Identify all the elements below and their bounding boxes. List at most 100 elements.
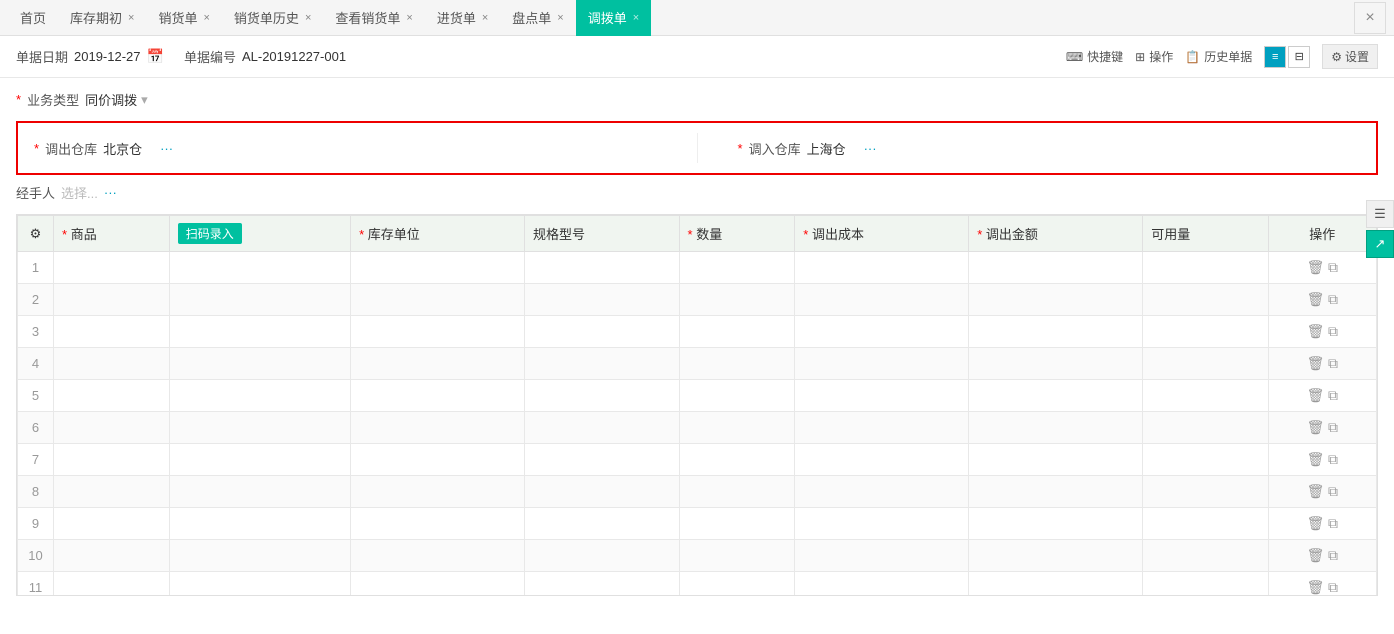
table-cell[interactable]	[54, 316, 170, 348]
table-cell[interactable]	[525, 348, 680, 380]
table-cell[interactable]	[169, 476, 350, 508]
table-cell[interactable]	[679, 572, 795, 596]
table-cell[interactable]	[679, 380, 795, 412]
table-cell[interactable]	[169, 572, 350, 596]
operation-btn[interactable]: ⊞ 操作	[1135, 48, 1173, 65]
table-header-gear[interactable]: ⚙	[18, 216, 54, 252]
table-cell[interactable]	[54, 572, 170, 596]
table-cell[interactable]	[54, 380, 170, 412]
delete-row-icon[interactable]: 🗑	[1307, 291, 1325, 307]
tab-close-sales-history[interactable]: ×	[305, 12, 311, 24]
table-cell[interactable]	[54, 476, 170, 508]
tab-purchase-order[interactable]: 进货单 ×	[425, 0, 500, 36]
table-cell[interactable]	[969, 284, 1143, 316]
table-cell[interactable]	[969, 444, 1143, 476]
table-cell[interactable]	[169, 284, 350, 316]
table-cell[interactable]	[679, 444, 795, 476]
table-cell[interactable]	[1143, 284, 1268, 316]
table-cell[interactable]	[1143, 348, 1268, 380]
table-cell[interactable]	[969, 508, 1143, 540]
table-cell[interactable]	[525, 380, 680, 412]
table-cell[interactable]	[351, 508, 525, 540]
table-cell[interactable]	[169, 252, 350, 284]
table-cell[interactable]	[525, 444, 680, 476]
copy-row-icon[interactable]: ⧉	[1328, 291, 1338, 307]
tab-view-sales[interactable]: 查看销货单 ×	[323, 0, 424, 36]
delete-row-icon[interactable]: 🗑	[1307, 515, 1325, 531]
table-cell[interactable]	[525, 476, 680, 508]
table-cell[interactable]	[169, 348, 350, 380]
table-cell[interactable]	[969, 316, 1143, 348]
copy-row-icon[interactable]: ⧉	[1328, 483, 1338, 499]
scan-entry-button[interactable]: 扫码录入	[178, 223, 242, 244]
table-cell[interactable]	[679, 476, 795, 508]
table-cell[interactable]	[679, 412, 795, 444]
table-cell[interactable]	[969, 348, 1143, 380]
delete-row-icon[interactable]: 🗑	[1307, 355, 1325, 371]
table-cell[interactable]	[969, 252, 1143, 284]
table-cell[interactable]	[525, 508, 680, 540]
history-btn[interactable]: 📋 历史单据	[1185, 48, 1252, 65]
table-cell[interactable]	[169, 412, 350, 444]
delete-row-icon[interactable]: 🗑	[1307, 483, 1325, 499]
tab-close-transfer-order[interactable]: ×	[633, 12, 639, 24]
copy-row-icon[interactable]: ⧉	[1328, 579, 1338, 595]
table-cell[interactable]	[351, 252, 525, 284]
table-cell[interactable]	[54, 284, 170, 316]
table-cell[interactable]	[351, 540, 525, 572]
copy-row-icon[interactable]: ⧉	[1328, 515, 1338, 531]
table-cell[interactable]	[351, 476, 525, 508]
table-cell[interactable]	[54, 444, 170, 476]
table-cell[interactable]	[525, 412, 680, 444]
table-cell[interactable]	[795, 476, 969, 508]
table-cell[interactable]	[351, 348, 525, 380]
table-cell[interactable]	[1143, 444, 1268, 476]
table-cell[interactable]	[679, 284, 795, 316]
table-cell[interactable]	[969, 380, 1143, 412]
table-cell[interactable]	[351, 380, 525, 412]
table-cell[interactable]	[795, 572, 969, 596]
table-cell[interactable]	[795, 540, 969, 572]
table-cell[interactable]	[54, 508, 170, 540]
sidebar-export-icon[interactable]: ↗	[1366, 230, 1394, 258]
dropdown-arrow-icon[interactable]: ▾	[141, 92, 148, 108]
table-cell[interactable]	[54, 252, 170, 284]
delete-row-icon[interactable]: 🗑	[1307, 451, 1325, 467]
table-cell[interactable]	[679, 540, 795, 572]
tab-inventory-check[interactable]: 盘点单 ×	[500, 0, 575, 36]
table-cell[interactable]	[1143, 412, 1268, 444]
table-cell[interactable]	[351, 284, 525, 316]
tab-close-sales-order[interactable]: ×	[203, 12, 209, 24]
copy-row-icon[interactable]: ⧉	[1328, 259, 1338, 275]
copy-row-icon[interactable]: ⧉	[1328, 547, 1338, 563]
table-cell[interactable]	[169, 444, 350, 476]
delete-row-icon[interactable]: 🗑	[1307, 547, 1325, 563]
table-cell[interactable]	[525, 572, 680, 596]
layout-btn-2[interactable]: ⊟	[1288, 46, 1310, 68]
window-close-button[interactable]: ×	[1354, 2, 1386, 34]
tab-close-inventory-init[interactable]: ×	[128, 12, 134, 24]
table-cell[interactable]	[969, 412, 1143, 444]
calendar-icon[interactable]: 📅	[147, 48, 164, 65]
copy-row-icon[interactable]: ⧉	[1328, 323, 1338, 339]
delete-row-icon[interactable]: 🗑	[1307, 579, 1325, 595]
table-cell[interactable]	[795, 444, 969, 476]
table-cell[interactable]	[679, 348, 795, 380]
table-cell[interactable]	[351, 572, 525, 596]
table-cell[interactable]	[351, 444, 525, 476]
warehouse-out-more-btn[interactable]: ···	[160, 141, 173, 156]
table-cell[interactable]	[525, 284, 680, 316]
shortcut-btn[interactable]: ⌨ 快捷键	[1066, 48, 1123, 65]
business-type-select[interactable]: 同价调拨 ▾	[85, 90, 245, 109]
copy-row-icon[interactable]: ⧉	[1328, 419, 1338, 435]
table-cell[interactable]	[1143, 380, 1268, 412]
tab-sales-order[interactable]: 销货单 ×	[146, 0, 221, 36]
copy-row-icon[interactable]: ⧉	[1328, 451, 1338, 467]
table-cell[interactable]	[795, 348, 969, 380]
copy-row-icon[interactable]: ⧉	[1328, 355, 1338, 371]
table-cell[interactable]	[525, 316, 680, 348]
table-cell[interactable]	[1143, 252, 1268, 284]
table-cell[interactable]	[969, 476, 1143, 508]
warehouse-in-more-btn[interactable]: ···	[864, 141, 877, 156]
table-cell[interactable]	[169, 508, 350, 540]
